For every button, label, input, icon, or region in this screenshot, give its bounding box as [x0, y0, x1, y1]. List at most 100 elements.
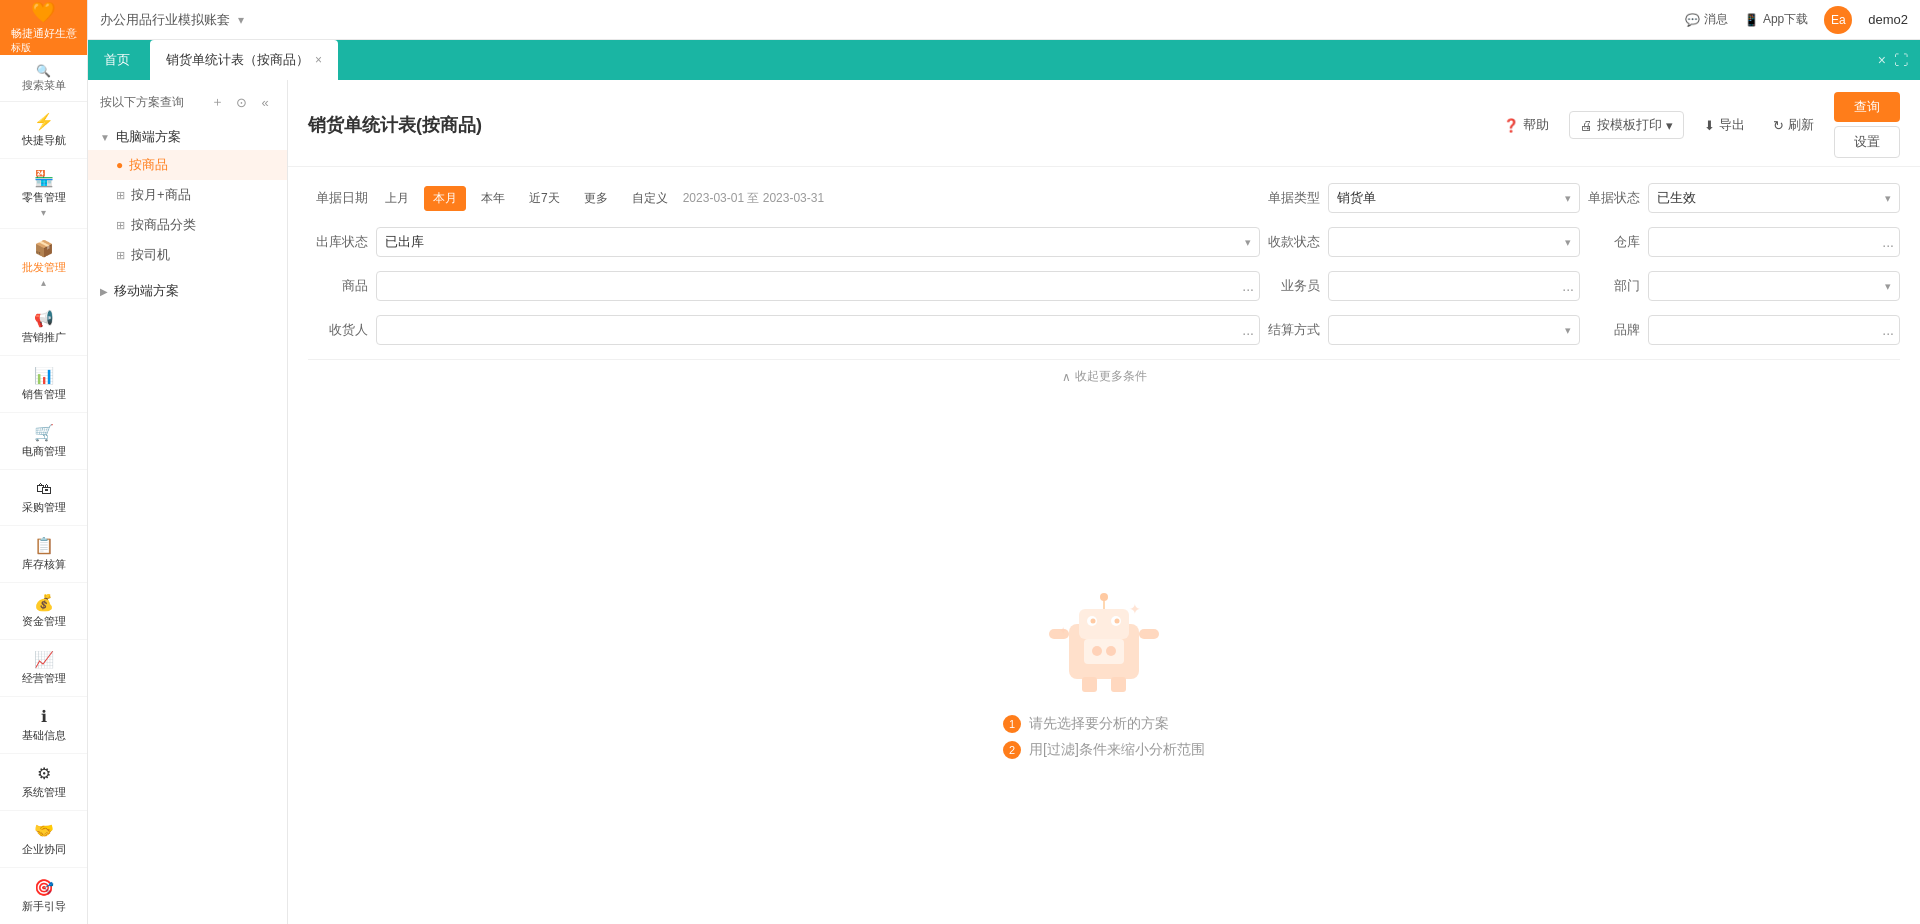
date-tab-custom[interactable]: 自定义 — [623, 186, 677, 211]
topbar-arrow[interactable]: ▾ — [238, 13, 244, 27]
staff-dots[interactable]: ... — [1562, 278, 1574, 294]
ecommerce-icon: 🛒 — [34, 423, 54, 442]
print-btn[interactable]: 🖨 按模板打印 ▾ — [1569, 111, 1684, 139]
help-btn[interactable]: ❓ 帮助 — [1495, 112, 1557, 138]
hint-text-2: 用[过滤]条件来缩小分析范围 — [1029, 741, 1205, 759]
tab-home[interactable]: 首页 — [88, 40, 146, 80]
export-icon: ⬇ — [1704, 118, 1715, 133]
sidebar-item-basicinfo[interactable]: ℹ 基础信息 — [0, 697, 87, 754]
date-tab-more[interactable]: 更多 — [575, 186, 617, 211]
sidebar-item-system[interactable]: ⚙ 系统管理 — [0, 754, 87, 811]
empty-hints: 1 请先选择要分析的方案 2 用[过滤]条件来缩小分析范围 — [1003, 715, 1205, 759]
sidebar-item-guide[interactable]: 🎯 新手引导 — [0, 868, 87, 924]
warehouse-dots[interactable]: ... — [1882, 234, 1894, 250]
svg-rect-14 — [1111, 677, 1126, 692]
search-menu-item[interactable]: 🔍 搜索菜单 — [0, 55, 87, 102]
mobile-scheme-header[interactable]: ▶ 移动端方案 — [88, 278, 287, 304]
username[interactable]: demo2 — [1868, 12, 1908, 27]
pc-scheme-header[interactable]: ▼ 电脑端方案 — [88, 124, 287, 150]
tabbar: 首页 销货单统计表（按商品） × × ⛶ — [88, 40, 1920, 80]
mobile-scheme-arrow: ▶ — [100, 286, 108, 297]
wholesale-icon: 📦 — [34, 239, 54, 258]
user-avatar[interactable]: Ea — [1824, 6, 1852, 34]
sidebar-item-sales[interactable]: 📊 销售管理 — [0, 356, 87, 413]
out-dropdown[interactable]: 已出库 ▾ — [376, 227, 1260, 257]
goods-dots[interactable]: ... — [1242, 278, 1254, 294]
print-label: 按模板打印 — [1597, 116, 1662, 134]
goods-control: ... — [376, 271, 1260, 301]
sidebar-item-operations[interactable]: 📈 经营管理 — [0, 640, 87, 697]
payment-dropdown[interactable]: ▾ — [1328, 315, 1580, 345]
type-dropdown[interactable]: 销货单 ▾ — [1328, 183, 1580, 213]
receiver-input[interactable] — [376, 315, 1260, 345]
help-label: 帮助 — [1523, 116, 1549, 134]
filter-row-4: 收货人 ... 结算方式 ▾ — [308, 315, 1900, 345]
hint-number-1: 1 — [1003, 715, 1021, 733]
svg-point-4 — [1091, 618, 1096, 623]
status-dropdown[interactable]: 已生效 ▾ — [1648, 183, 1900, 213]
dept-dropdown[interactable]: ▾ — [1648, 271, 1900, 301]
scheme-item-month-goods[interactable]: ⊞ 按月+商品 — [88, 180, 287, 210]
out-control: 已出库 ▾ — [376, 227, 1260, 257]
add-scheme-btn[interactable]: ＋ — [207, 92, 227, 112]
tab-active[interactable]: 销货单统计表（按商品） × — [150, 40, 338, 80]
scheme-item-by-goods[interactable]: ● 按商品 — [88, 150, 287, 180]
export-btn[interactable]: ⬇ 导出 — [1696, 112, 1753, 138]
scheme-item-category-label: 按商品分类 — [131, 216, 196, 234]
receiver-dots[interactable]: ... — [1242, 322, 1254, 338]
goods-input[interactable] — [376, 271, 1260, 301]
sidebar-item-collab[interactable]: 🤝 企业协同 — [0, 811, 87, 868]
collapse-bar[interactable]: ∧ 收起更多条件 — [308, 359, 1900, 397]
tab-close-icon[interactable]: × — [315, 53, 322, 67]
staff-input[interactable] — [1328, 271, 1580, 301]
sidebar-item-wholesale[interactable]: 📦 批发管理 ▴ — [0, 229, 87, 299]
filter-staff: 业务员 ... — [1260, 271, 1580, 301]
app-download-action[interactable]: 📱 App下载 — [1744, 11, 1808, 28]
filter-warehouse: 仓库 ... — [1580, 227, 1900, 257]
sidebar-item-inventory[interactable]: 📋 库存核算 — [0, 526, 87, 583]
date-tab-this-month[interactable]: 本月 — [424, 186, 466, 211]
query-button[interactable]: 查询 — [1834, 92, 1900, 122]
brand-dots[interactable]: ... — [1882, 322, 1894, 338]
dept-label: 部门 — [1580, 277, 1640, 295]
pc-scheme-label: 电脑端方案 — [116, 128, 181, 146]
marketing-icon: 📢 — [34, 309, 54, 328]
sidebar-item-retail[interactable]: 🏪 零售管理 ▾ — [0, 159, 87, 229]
mobile-scheme-group: ▶ 移动端方案 — [88, 274, 287, 308]
filter-out-status: 出库状态 已出库 ▾ — [308, 227, 1260, 257]
scheme-item-category[interactable]: ⊞ 按商品分类 — [88, 210, 287, 240]
sidebar-item-quicknav[interactable]: ⚡ 快捷导航 — [0, 102, 87, 159]
date-tab-7days[interactable]: 近7天 — [520, 186, 569, 211]
scheme-tree: ▼ 电脑端方案 ● 按商品 ⊞ 按月+商品 ⊞ 按商品分类 — [88, 120, 287, 308]
brand-input[interactable] — [1648, 315, 1900, 345]
svg-point-5 — [1115, 618, 1120, 623]
collection-dropdown[interactable]: ▾ — [1328, 227, 1580, 257]
empty-state: ✦ ✦ 1 请先选择要分析的方案 2 用[过滤]条件来缩小分析范围 — [288, 413, 1920, 924]
svg-point-10 — [1106, 646, 1116, 656]
warehouse-input[interactable] — [1648, 227, 1900, 257]
sidebar-item-marketing[interactable]: 📢 营销推广 — [0, 299, 87, 356]
inventory-icon: 📋 — [34, 536, 54, 555]
message-action[interactable]: 💬 消息 — [1685, 11, 1728, 28]
empty-illustration: ✦ ✦ — [1044, 579, 1164, 699]
edit-scheme-btn[interactable]: ⊙ — [231, 92, 251, 112]
wholesale-arrow: ▴ — [41, 277, 46, 288]
sidebar-item-finance[interactable]: 💰 资金管理 — [0, 583, 87, 640]
refresh-btn[interactable]: ↻ 刷新 — [1765, 112, 1822, 138]
sidebar-item-purchase[interactable]: 🛍 采购管理 — [0, 470, 87, 526]
date-tab-this-year[interactable]: 本年 — [472, 186, 514, 211]
tab-maximize-btn[interactable]: ⛶ — [1894, 52, 1908, 68]
app-logo[interactable]: 🧡 畅捷通好生意标版 — [0, 0, 88, 55]
collapse-panel-btn[interactable]: « — [255, 92, 275, 112]
page-title: 销货单统计表(按商品) — [308, 113, 482, 137]
sidebar-item-ecommerce[interactable]: 🛒 电商管理 — [0, 413, 87, 470]
panel-actions: ＋ ⊙ « — [207, 92, 275, 112]
scheme-item-driver[interactable]: ⊞ 按司机 — [88, 240, 287, 270]
tab-close-btn[interactable]: × — [1878, 52, 1886, 68]
warehouse-label: 仓库 — [1580, 233, 1640, 251]
date-tab-last-month[interactable]: 上月 — [376, 186, 418, 211]
settings-button[interactable]: 设置 — [1834, 126, 1900, 158]
content-area: 按以下方案查询 ＋ ⊙ « ▼ 电脑端方案 ● 按商品 — [88, 80, 1920, 924]
svg-point-7 — [1100, 593, 1108, 601]
payment-dropdown-icon: ▾ — [1565, 324, 1571, 337]
